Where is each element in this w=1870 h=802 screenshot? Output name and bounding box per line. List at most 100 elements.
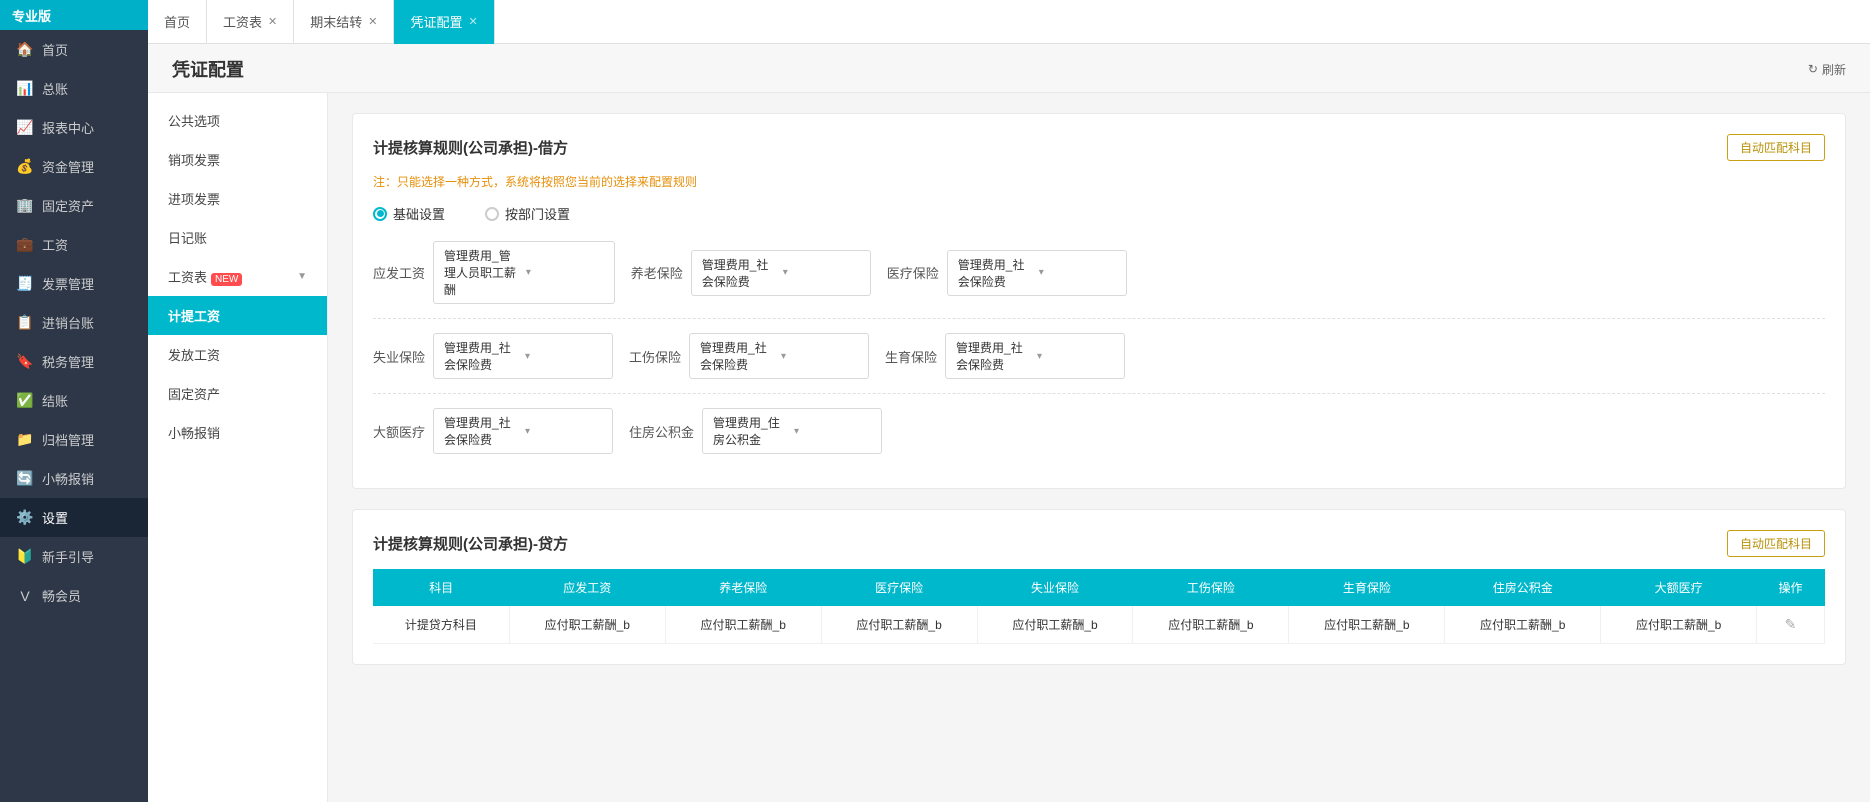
debit-form-label-1-2: 生育保险 bbox=[885, 347, 937, 366]
debit-form-label-1-0: 失业保险 bbox=[373, 347, 425, 366]
debit-form-select-2-0[interactable]: 管理费用_社会保险费 ▾ bbox=[433, 408, 613, 454]
tab-label-voucher-config: 凭证配置 bbox=[410, 12, 462, 31]
tab-home[interactable]: 首页 bbox=[148, 0, 207, 44]
sidebar-item-report-center[interactable]: 📈报表中心 bbox=[0, 108, 148, 147]
sidebar-label-archive-management: 归档管理 bbox=[42, 430, 94, 449]
sidebar-label-report-center: 报表中心 bbox=[42, 118, 94, 137]
sub-item-label-public-options: 公共选项 bbox=[168, 111, 220, 130]
sidebar-item-fund-management[interactable]: 💰资金管理 bbox=[0, 147, 148, 186]
tab-voucher-config[interactable]: 凭证配置 ✕ bbox=[394, 0, 494, 44]
arrow-icon-salary-table-sub: ▼ bbox=[297, 271, 307, 282]
credit-auto-match-button[interactable]: 自动匹配科目 bbox=[1727, 530, 1825, 557]
debit-form-select-2-1[interactable]: 管理费用_住房公积金 ▾ bbox=[702, 408, 882, 454]
sub-item-purchase-invoice[interactable]: 进项发票 bbox=[148, 179, 327, 218]
debit-divider-0 bbox=[373, 318, 1825, 319]
radio-by-dept-label: 按部门设置 bbox=[505, 204, 570, 223]
sub-item-label-purchase-invoice: 进项发票 bbox=[168, 189, 220, 208]
sub-sidebar: 公共选项销项发票进项发票日记账工资表NEW▼计提工资发放工资固定资产小畅报销 bbox=[148, 93, 328, 802]
sidebar-item-purchase-sales[interactable]: 📋进销台账 bbox=[0, 303, 148, 342]
sidebar-label-new-guide: 新手引导 bbox=[42, 547, 94, 566]
sidebar-item-xiao-chang-report[interactable]: 🔄 小畅报销 bbox=[0, 459, 148, 498]
credit-section-header: 计提核算规则(公司承担)-贷方 自动匹配科目 bbox=[373, 530, 1825, 557]
tab-close-period-close[interactable]: ✕ bbox=[368, 15, 377, 28]
credit-col-失业保险: 失业保险 bbox=[977, 569, 1133, 606]
edit-icon-0[interactable]: ✎ bbox=[1785, 616, 1797, 632]
tab-period-close[interactable]: 期末结转 ✕ bbox=[294, 0, 394, 44]
credit-col-住房公积金: 住房公积金 bbox=[1445, 569, 1601, 606]
sub-item-label-fixed-assets-sub: 固定资产 bbox=[168, 384, 220, 403]
radio-basic-label: 基础设置 bbox=[393, 204, 445, 223]
debit-form-select-1-1[interactable]: 管理费用_社会保险费 ▾ bbox=[689, 333, 869, 379]
app-title: 专业版 bbox=[0, 0, 148, 30]
debit-select-value-1-2: 管理费用_社会保险费 bbox=[956, 339, 1033, 373]
tab-close-voucher-config[interactable]: ✕ bbox=[469, 15, 478, 28]
dropdown-arrow-0-0: ▾ bbox=[526, 267, 604, 278]
radio-by-dept[interactable]: 按部门设置 bbox=[485, 204, 570, 223]
tab-label-period-close: 期末结转 bbox=[310, 12, 362, 31]
refresh-button[interactable]: ↻ 刷新 bbox=[1808, 61, 1846, 78]
sidebar-item-settings[interactable]: ⚙️设置 bbox=[0, 498, 148, 537]
tab-close-salary-table[interactable]: ✕ bbox=[268, 15, 277, 28]
sidebar-item-settlement[interactable]: ✅结账 bbox=[0, 381, 148, 420]
sidebar-item-invoice-management[interactable]: 🧾发票管理 bbox=[0, 264, 148, 303]
sub-item-journal[interactable]: 日记账 bbox=[148, 218, 327, 257]
debit-form-select-1-0[interactable]: 管理费用_社会保险费 ▾ bbox=[433, 333, 613, 379]
sub-item-sales-invoice[interactable]: 销项发票 bbox=[148, 140, 327, 179]
refresh-icon: ↻ bbox=[1808, 62, 1818, 76]
sidebar-label-settings: 设置 bbox=[42, 508, 68, 527]
sidebar-label-member: 畅会员 bbox=[42, 586, 81, 605]
debit-form-item-0-1: 养老保险 管理费用_社会保险费 ▾ bbox=[631, 250, 871, 296]
sidebar-item-salary[interactable]: 💼工资 bbox=[0, 225, 148, 264]
sidebar-item-general-ledger[interactable]: 📊总账 bbox=[0, 69, 148, 108]
debit-select-value-1-1: 管理费用_社会保险费 bbox=[700, 339, 777, 373]
page-header: 凭证配置 ↻ 刷新 bbox=[148, 44, 1870, 93]
debit-auto-match-button[interactable]: 自动匹配科目 bbox=[1727, 134, 1825, 161]
debit-form-select-0-1[interactable]: 管理费用_社会保险费 ▾ bbox=[691, 250, 871, 296]
credit-action-0[interactable]: ✎ bbox=[1757, 606, 1825, 644]
sub-item-public-options[interactable]: 公共选项 bbox=[148, 101, 327, 140]
sidebar-item-home[interactable]: 🏠首页 bbox=[0, 30, 148, 69]
debit-select-value-2-0: 管理费用_社会保险费 bbox=[444, 414, 521, 448]
tab-salary-table[interactable]: 工资表✕ bbox=[207, 0, 294, 44]
radio-basic[interactable]: 基础设置 bbox=[373, 204, 445, 223]
sub-item-label-journal: 日记账 bbox=[168, 228, 207, 247]
sidebar-item-new-guide[interactable]: 🔰新手引导 bbox=[0, 537, 148, 576]
debit-form-select-0-0[interactable]: 管理费用_管理人员职工薪酬 ▾ bbox=[433, 241, 615, 304]
dropdown-arrow-0-1: ▾ bbox=[783, 267, 860, 278]
debit-select-value-0-1: 管理费用_社会保险费 bbox=[702, 256, 779, 290]
credit-col-操作: 操作 bbox=[1757, 569, 1825, 606]
credit-cell-0-7: 应付职工薪酬_b bbox=[1445, 606, 1601, 644]
debit-form-select-1-2[interactable]: 管理费用_社会保险费 ▾ bbox=[945, 333, 1125, 379]
sub-item-calc-salary[interactable]: 计提工资 bbox=[148, 296, 327, 335]
sidebar-icon-salary: 💼 bbox=[16, 236, 34, 253]
debit-form-label-1-1: 工伤保险 bbox=[629, 347, 681, 366]
sidebar-icon-settlement: ✅ bbox=[16, 392, 34, 409]
sub-item-fixed-assets-sub[interactable]: 固定资产 bbox=[148, 374, 327, 413]
sub-item-pay-salary[interactable]: 发放工资 bbox=[148, 335, 327, 374]
sub-item-xiao-chang-expense[interactable]: 小畅报销 bbox=[148, 413, 327, 452]
sidebar-item-fixed-assets[interactable]: 🏢固定资产 bbox=[0, 186, 148, 225]
sidebar-label-xiao-chang-report: 小畅报销 bbox=[42, 469, 94, 488]
sidebar-label-general-ledger: 总账 bbox=[42, 79, 68, 98]
sidebar-label-fund-management: 资金管理 bbox=[42, 157, 94, 176]
debit-form-row-1: 失业保险 管理费用_社会保险费 ▾ 工伤保险 管理费用_社会保险费 ▾ 生育保险… bbox=[373, 333, 1825, 379]
sidebar-item-archive-management[interactable]: 📁 归档管理 bbox=[0, 420, 148, 459]
sub-item-label-xiao-chang-expense: 小畅报销 bbox=[168, 423, 220, 442]
sidebar-item-tax-management[interactable]: 🔖税务管理 bbox=[0, 342, 148, 381]
credit-col-生育保险: 生育保险 bbox=[1289, 569, 1445, 606]
sidebar-icon-xiao-chang-report: 🔄 bbox=[16, 470, 34, 487]
debit-notice: 注：只能选择一种方式，系统将按照您当前的选择来配置规则 bbox=[373, 173, 1825, 190]
debit-form-item-2-0: 大额医疗 管理费用_社会保险费 ▾ bbox=[373, 408, 613, 454]
debit-form-row-0: 应发工资 管理费用_管理人员职工薪酬 ▾ 养老保险 管理费用_社会保险费 ▾ 医… bbox=[373, 241, 1825, 304]
radio-basic-circle bbox=[373, 207, 387, 221]
debit-form-select-0-2[interactable]: 管理费用_社会保险费 ▾ bbox=[947, 250, 1127, 296]
sub-item-salary-table-sub[interactable]: 工资表NEW▼ bbox=[148, 257, 327, 296]
sidebar-icon-archive-management: 📁 bbox=[16, 431, 34, 448]
debit-section-title: 计提核算规则(公司承担)-借方 bbox=[373, 137, 568, 158]
new-badge-salary-table-sub: NEW bbox=[211, 273, 242, 286]
sidebar-label-tax-management: 税务管理 bbox=[42, 352, 94, 371]
credit-section: 计提核算规则(公司承担)-贷方 自动匹配科目 科目应发工资养老保险医疗保险失业保… bbox=[352, 509, 1846, 665]
sidebar: 专业版 🏠首页📊总账📈报表中心💰资金管理🏢固定资产💼工资🧾发票管理📋进销台账🔖税… bbox=[0, 0, 148, 802]
sidebar-item-member[interactable]: V畅会员 bbox=[0, 576, 148, 615]
dropdown-arrow-1-1: ▾ bbox=[781, 351, 858, 362]
